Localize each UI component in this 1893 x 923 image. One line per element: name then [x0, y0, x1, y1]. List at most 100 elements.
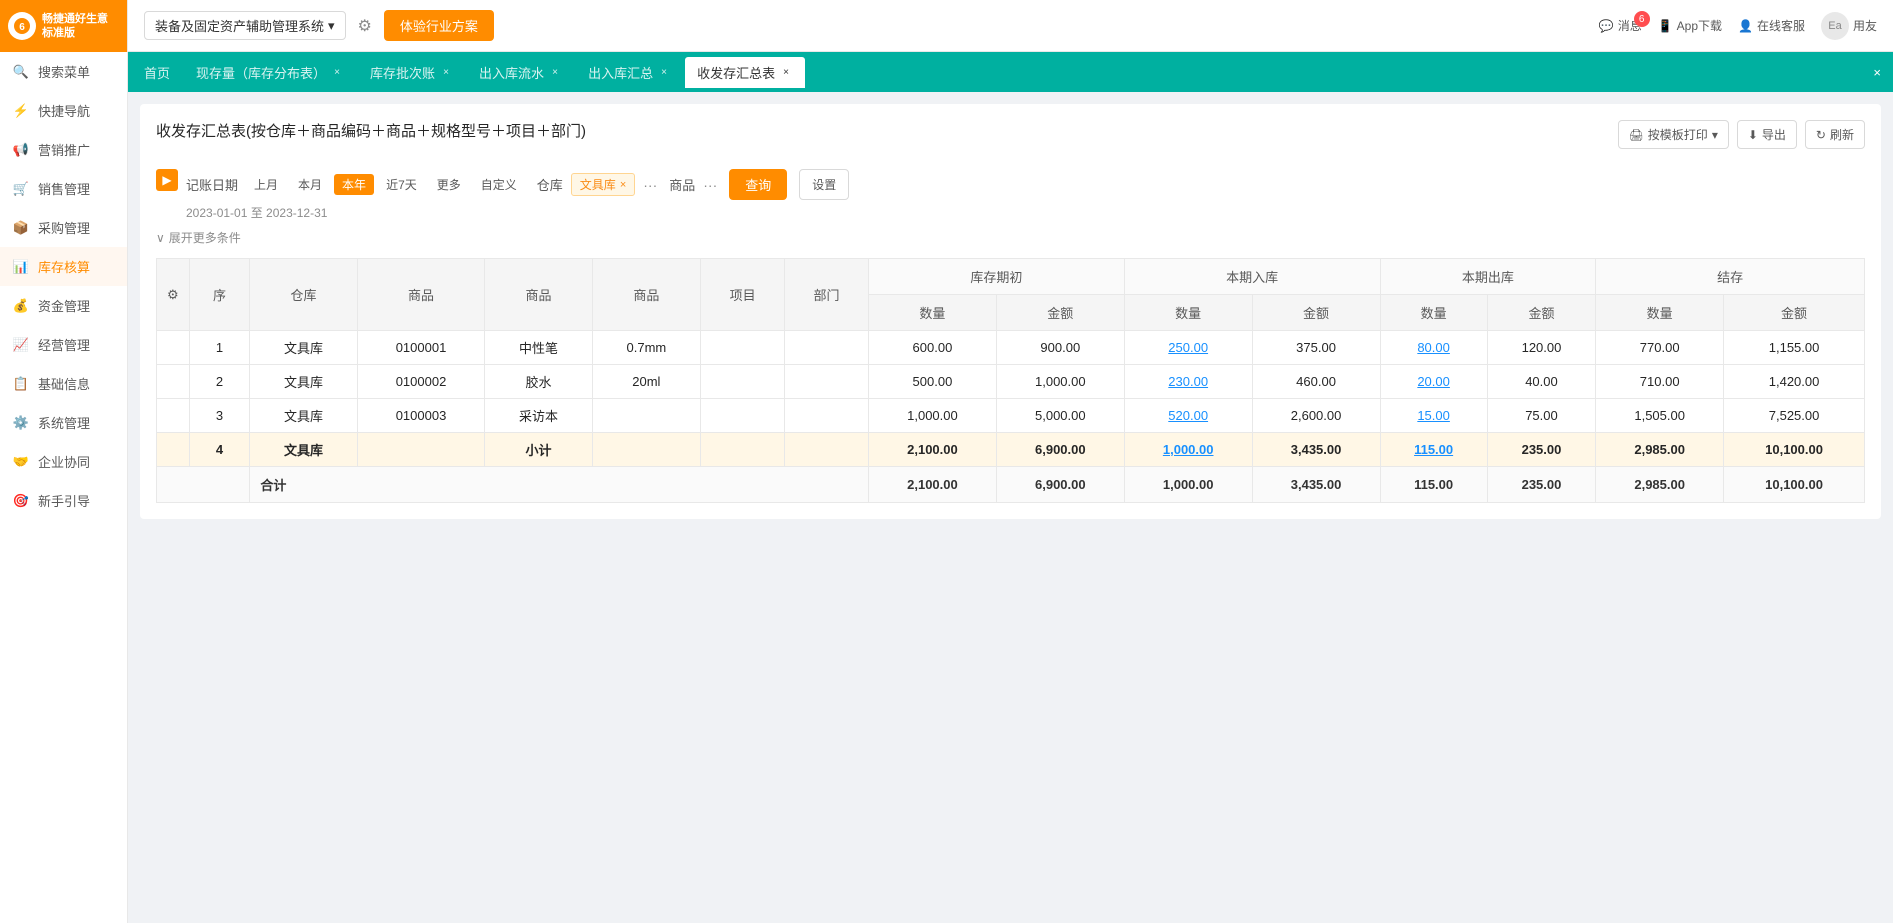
row-settings[interactable] [157, 433, 190, 467]
row-warehouse: 文具库 [250, 365, 357, 399]
tab-inout-flow-close[interactable]: × [548, 65, 562, 79]
sidebar-item-guide[interactable]: 🎯新手引导 [0, 481, 127, 520]
sidebar-item-inventory[interactable]: 📊库存核算 [0, 247, 127, 286]
row-settings[interactable] [157, 365, 190, 399]
row-balance-qty: 1,505.00 [1596, 399, 1724, 433]
sidebar-item-purchase[interactable]: 📦采购管理 [0, 208, 127, 247]
row-open-amount: 6,900.00 [996, 433, 1124, 467]
row-out-qty: 115.00 [1380, 433, 1487, 467]
row-settings[interactable] [157, 331, 190, 365]
date-option-last-month[interactable]: 上月 [246, 174, 286, 195]
row-in-qty[interactable]: 520.00 [1124, 399, 1252, 433]
logo-text: 畅捷通好生意 标准版 [42, 12, 108, 41]
col-balance-qty-header: 数量 [1596, 295, 1724, 331]
page-content: 收发存汇总表(按仓库＋商品编码＋商品＋规格型号＋项目＋部门) 🖨 按模板打印 ▾… [128, 92, 1893, 923]
refresh-label: 刷新 [1830, 126, 1854, 143]
basic-icon: 📋 [12, 375, 30, 393]
row-goods-name: 采访本 [485, 399, 592, 433]
warehouse-tag-close[interactable]: × [620, 179, 626, 191]
row-out-qty[interactable]: 20.00 [1380, 365, 1487, 399]
row-warehouse: 文具库 [250, 399, 357, 433]
sidebar-item-operations[interactable]: 📈经营管理 [0, 325, 127, 364]
col-department-header: 部门 [785, 259, 869, 331]
row-department [785, 433, 869, 467]
tab-receive-summary[interactable]: 收发存汇总表 × [685, 57, 805, 88]
tab-batch-ledger[interactable]: 库存批次账 × [358, 57, 465, 88]
try-industry-button[interactable]: 体验行业方案 [384, 10, 494, 41]
dropdown-icon: ▾ [328, 18, 335, 34]
settings-button[interactable]: 设置 [799, 169, 849, 200]
settings-gear-icon[interactable]: ⚙ [358, 16, 372, 36]
tab-batch-ledger-label: 库存批次账 [370, 63, 435, 82]
notification-item[interactable]: 💬 6 消息 [1599, 17, 1642, 34]
online-service-item[interactable]: 👤 在线客服 [1738, 17, 1805, 34]
filter-expand-button[interactable]: ▶ [156, 169, 178, 191]
row-out-qty[interactable]: 15.00 [1380, 399, 1487, 433]
sidebar-item-label-sales: 销售管理 [38, 179, 90, 198]
date-option-this-year[interactable]: 本年 [334, 174, 374, 195]
expand-more-conditions[interactable]: ∨ 展开更多条件 [156, 229, 1865, 246]
row-in-qty[interactable]: 250.00 [1124, 331, 1252, 365]
service-icon: 👤 [1738, 19, 1753, 33]
operations-icon: 📈 [12, 336, 30, 354]
export-button[interactable]: ⬇ 导出 [1737, 120, 1797, 149]
tab-receive-summary-close[interactable]: × [779, 65, 793, 79]
footer-out-amount: 235.00 [1487, 467, 1596, 503]
date-option-7days[interactable]: 近7天 [378, 174, 425, 195]
row-balance-amount: 7,525.00 [1724, 399, 1865, 433]
finance-icon: 💰 [12, 297, 30, 315]
app-download-item[interactable]: 📱 App下载 [1658, 17, 1722, 34]
sidebar-item-finance[interactable]: 💰资金管理 [0, 286, 127, 325]
sidebar-item-enterprise[interactable]: 🤝企业协同 [0, 442, 127, 481]
row-in-amount: 2,600.00 [1252, 399, 1380, 433]
warehouse-filter-more[interactable]: ··· [643, 177, 657, 193]
warehouse-filter-section: 仓库 文具库 × ··· [537, 173, 657, 196]
tab-inout-flow-label: 出入库流水 [479, 63, 544, 82]
tab-inventory-dist[interactable]: 现存量（库存分布表） × [184, 57, 356, 88]
row-in-qty: 1,000.00 [1124, 433, 1252, 467]
footer-in-qty: 1,000.00 [1124, 467, 1252, 503]
table-row: 3文具库0100003采访本1,000.005,000.00520.002,60… [157, 399, 1865, 433]
date-options: 上月 本月 本年 近7天 更多 自定义 [246, 174, 525, 195]
date-option-this-month[interactable]: 本月 [290, 174, 330, 195]
sidebar-item-marketing[interactable]: 📢营销推广 [0, 130, 127, 169]
sidebar-item-system[interactable]: ⚙️系统管理 [0, 403, 127, 442]
marketing-icon: 📢 [12, 141, 30, 159]
row-settings[interactable] [157, 399, 190, 433]
sidebar-item-basic[interactable]: 📋基础信息 [0, 364, 127, 403]
mobile-icon: 📱 [1658, 19, 1673, 33]
tab-bar-close-all[interactable]: × [1865, 61, 1889, 84]
sidebar-item-quick-nav[interactable]: ⚡快捷导航 [0, 91, 127, 130]
row-out-qty[interactable]: 80.00 [1380, 331, 1487, 365]
sidebar-item-sales[interactable]: 🛒销售管理 [0, 169, 127, 208]
goods-filter-more[interactable]: ··· [703, 177, 717, 193]
filter-bar: ▶ 记账日期 上月 本月 本年 近7天 更多 自定义 [156, 169, 1865, 221]
col-open-stock-header: 库存期初 [869, 259, 1125, 295]
tab-inventory-dist-close[interactable]: × [330, 65, 344, 79]
footer-open-qty: 2,100.00 [869, 467, 997, 503]
system-selector[interactable]: 装备及固定资产辅助管理系统 ▾ [144, 11, 346, 40]
row-in-qty[interactable]: 230.00 [1124, 365, 1252, 399]
row-goods-spec [592, 399, 700, 433]
system-name: 装备及固定资产辅助管理系统 [155, 16, 324, 35]
user-item[interactable]: Ea 用友 [1821, 12, 1877, 40]
print-button[interactable]: 🖨 按模板打印 ▾ [1618, 120, 1729, 149]
row-goods-name: 小计 [485, 433, 592, 467]
tab-inout-summary-close[interactable]: × [657, 65, 671, 79]
query-button[interactable]: 查询 [729, 169, 787, 200]
tab-inout-flow[interactable]: 出入库流水 × [467, 57, 574, 88]
col-goods-code-header: 商品 [357, 259, 485, 331]
col-settings-header[interactable]: ⚙ [157, 259, 190, 331]
tab-inout-summary[interactable]: 出入库汇总 × [576, 57, 683, 88]
date-option-more[interactable]: 更多 [429, 174, 469, 195]
row-out-amount: 40.00 [1487, 365, 1596, 399]
tab-home[interactable]: 首页 [132, 57, 182, 88]
goods-filter-section: 商品 ··· [669, 175, 717, 194]
export-icon: ⬇ [1748, 128, 1758, 142]
table-row: 4文具库小计2,100.006,900.001,000.003,435.0011… [157, 433, 1865, 467]
row-goods-name: 胶水 [485, 365, 592, 399]
sidebar-item-search[interactable]: 🔍搜索菜单 [0, 52, 127, 91]
tab-batch-ledger-close[interactable]: × [439, 65, 453, 79]
refresh-button[interactable]: ↻ 刷新 [1805, 120, 1865, 149]
date-option-custom[interactable]: 自定义 [473, 174, 525, 195]
